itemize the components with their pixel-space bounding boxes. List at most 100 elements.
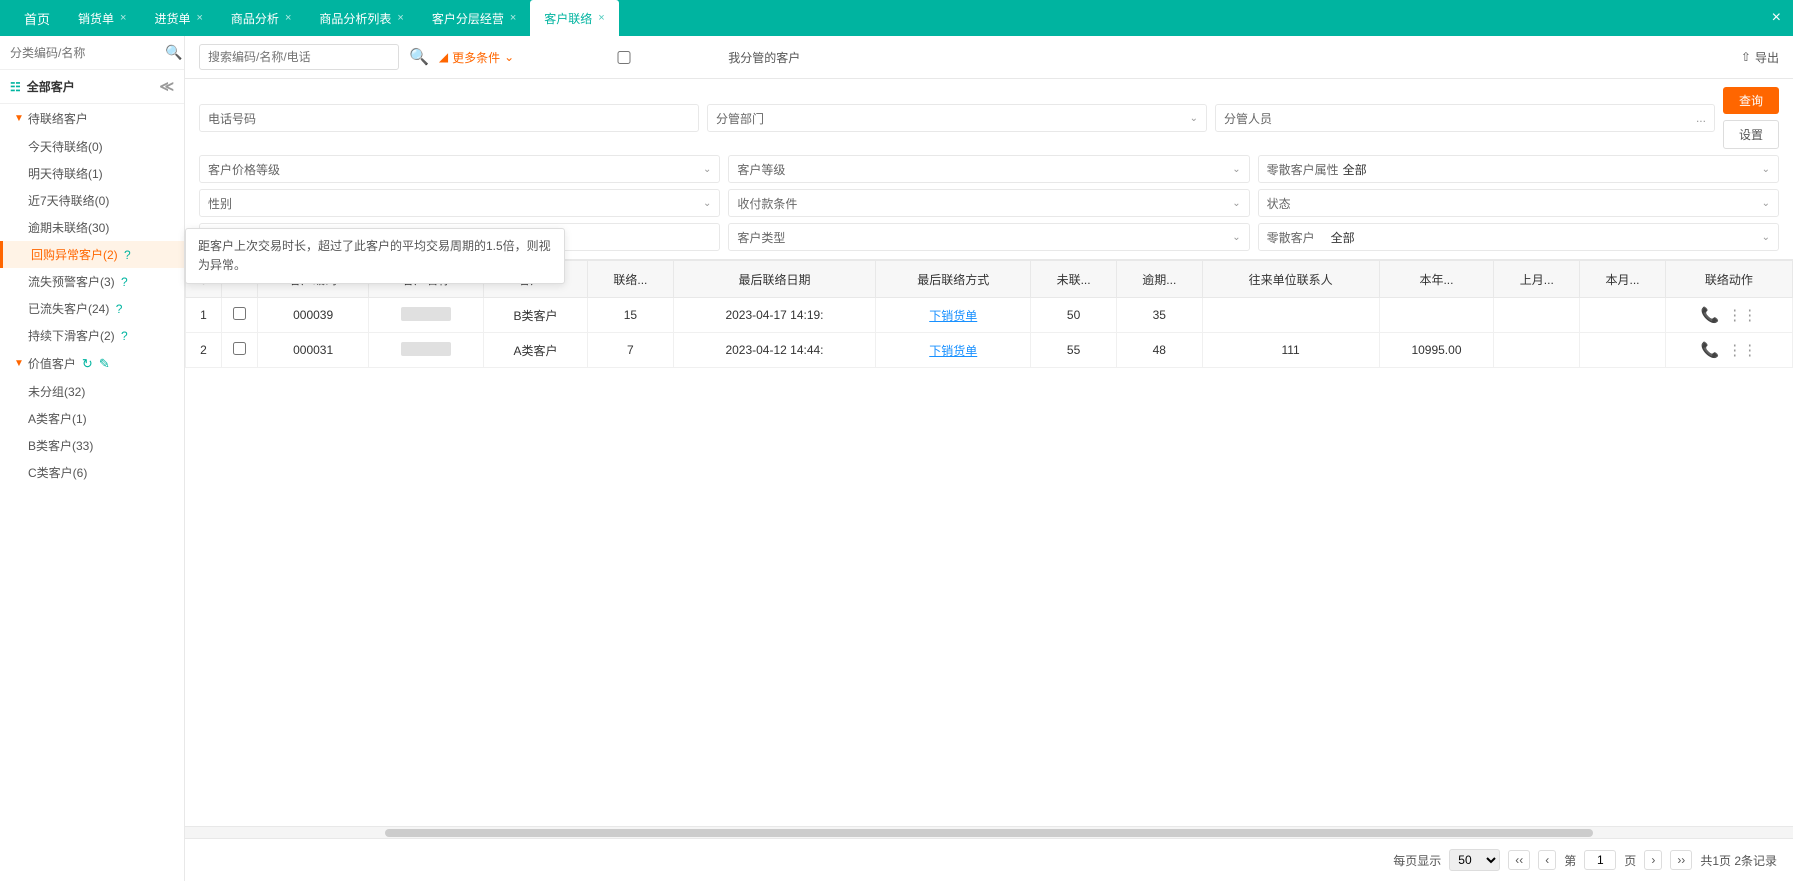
sidebar-item-already-lost[interactable]: 已流失客户(24) ?	[0, 295, 184, 322]
nav-customer-mgmt[interactable]: 客户分层经营 ×	[418, 0, 530, 36]
col-last-method[interactable]: 最后联络方式	[876, 261, 1031, 298]
close-icon[interactable]: ×	[120, 12, 126, 24]
row2-this-month	[1580, 333, 1666, 368]
retail-attr-field[interactable]: 零散客户属性 全部 ⌄	[1258, 155, 1779, 183]
status-field[interactable]: 状态 ⌄	[1258, 189, 1779, 217]
nav-home[interactable]: 首页	[10, 0, 64, 36]
sidebar-item-continuous-down[interactable]: 持续下滑客户(2) ?	[0, 322, 184, 349]
close-icon[interactable]: ×	[285, 12, 291, 24]
sidebar-item-repurchase-abnormal[interactable]: 回购异常客户(2) ?	[0, 241, 184, 268]
contact-icon[interactable]: 📞	[1701, 341, 1720, 359]
edit-icon[interactable]: ✎	[99, 356, 110, 372]
all-customers-header[interactable]: ☷ 全部客户 ≪	[0, 70, 184, 104]
col-action: 联络动作	[1665, 261, 1792, 298]
dept-field[interactable]: 分管部门 ⌄	[707, 104, 1207, 132]
more-action-icon[interactable]: ⋮⋮	[1727, 341, 1757, 359]
col-last-date[interactable]: 最后联络日期	[673, 261, 876, 298]
ellipsis-icon[interactable]: ...	[1696, 111, 1706, 125]
close-all-button[interactable]: ×	[1772, 9, 1781, 27]
scroll-thumb[interactable]	[385, 829, 1593, 837]
row1-actions: 📞 ⋮⋮	[1665, 298, 1792, 333]
col-contact-label: 联络...	[613, 273, 647, 287]
phone-field[interactable]: 电话号码	[199, 104, 699, 132]
sidebar-item-class-b[interactable]: B类客户(33)	[0, 432, 184, 459]
retail-customer-field[interactable]: 零散客户 全部 ⌄	[1258, 223, 1779, 251]
per-page-label: 每页显示	[1393, 852, 1441, 869]
row1-checkbox[interactable]	[222, 298, 258, 333]
horizontal-scrollbar[interactable]	[185, 826, 1793, 838]
gender-field[interactable]: 性别 ⌄	[199, 189, 720, 217]
customer-level-field[interactable]: 客户等级 ⌄	[728, 155, 1249, 183]
nav-product-list[interactable]: 商品分析列表 ×	[305, 0, 417, 36]
info-icon: ?	[121, 275, 128, 289]
row1-select[interactable]	[233, 307, 246, 320]
col-last-month-label: 上月...	[1520, 273, 1554, 287]
chevron-down-icon: ⌄	[1232, 198, 1240, 209]
last-page-button[interactable]: ››	[1670, 850, 1692, 870]
row1-last-method[interactable]: 下销货单	[876, 298, 1031, 333]
sidebar-search-input[interactable]	[10, 46, 165, 60]
sidebar-item-class-c[interactable]: C类客户(6)	[0, 459, 184, 486]
settings-button[interactable]: 设置	[1723, 120, 1779, 149]
col-overdue[interactable]: 逾期...	[1116, 261, 1202, 298]
search-input[interactable]	[199, 44, 399, 70]
search-button[interactable]: 🔍	[409, 47, 429, 67]
nav-customer-contact[interactable]: 客户联络 ×	[530, 0, 618, 36]
col-contact[interactable]: 联络...	[588, 261, 674, 298]
close-icon[interactable]: ×	[397, 12, 403, 24]
sidebar-item-overdue[interactable]: 逾期未联络(30)	[0, 214, 184, 241]
first-page-button[interactable]: ‹‹	[1508, 850, 1530, 870]
row1-index: 1	[186, 298, 222, 333]
sidebar-item-class-a[interactable]: A类客户(1)	[0, 405, 184, 432]
close-icon[interactable]: ×	[598, 12, 604, 24]
row1-last-month	[1494, 298, 1580, 333]
refresh-icon[interactable]: ↻	[82, 356, 93, 372]
col-contacts-person[interactable]: 往来单位联系人	[1202, 261, 1379, 298]
pending-contact-group[interactable]: ▼ 待联络客户	[0, 104, 184, 133]
row2-checkbox[interactable]	[222, 333, 258, 368]
col-this-year[interactable]: 本年...	[1379, 261, 1494, 298]
sidebar-item-lost-warning[interactable]: 流失预警客户(3) ?	[0, 268, 184, 295]
page-number-input[interactable]	[1584, 850, 1616, 870]
contact-icon[interactable]: 📞	[1701, 306, 1720, 324]
more-action-icon[interactable]: ⋮⋮	[1727, 306, 1757, 324]
customer-type-field[interactable]: 客户类型 ⌄	[728, 223, 1249, 251]
page-label: 第	[1564, 852, 1576, 869]
col-this-month[interactable]: 本月...	[1580, 261, 1666, 298]
sidebar-search-area: 🔍	[0, 36, 184, 70]
table-area[interactable]: ⚙ 客户编码 客户名称 客户...	[185, 260, 1793, 826]
per-page-select[interactable]: 50 100 200	[1449, 849, 1500, 871]
col-last-month[interactable]: 上月...	[1494, 261, 1580, 298]
price-level-field[interactable]: 客户价格等级 ⌄	[199, 155, 720, 183]
row1-this-month	[1580, 298, 1666, 333]
payment-field[interactable]: 收付款条件 ⌄	[728, 189, 1249, 217]
close-icon[interactable]: ×	[196, 12, 202, 24]
row2-contact-count: 7	[588, 333, 674, 368]
sidebar-item-ungrouped[interactable]: 未分组(32)	[0, 378, 184, 405]
value-customer-edit-icons: ↻ ✎	[82, 356, 110, 372]
row2-select[interactable]	[233, 342, 246, 355]
row2-last-method[interactable]: 下销货单	[876, 333, 1031, 368]
nav-sales[interactable]: 销货单 ×	[64, 0, 140, 36]
row1-name	[369, 298, 484, 333]
close-icon[interactable]: ×	[510, 12, 516, 24]
sidebar: 🔍 ☷ 全部客户 ≪ ▼ 待联络客户 今天待联络(0) 明天待联络(1) 近7天…	[0, 36, 185, 881]
prev-page-button[interactable]: ‹	[1538, 850, 1556, 870]
sidebar-item-today[interactable]: 今天待联络(0)	[0, 133, 184, 160]
search-icon[interactable]: 🔍	[165, 44, 182, 61]
person-field[interactable]: 分管人员 ...	[1215, 104, 1715, 132]
page-suffix: 页	[1624, 852, 1636, 869]
more-conditions-button[interactable]: ◢ 更多条件 ⌄	[439, 49, 514, 66]
next-page-button[interactable]: ›	[1644, 850, 1662, 870]
col-uncontacted[interactable]: 未联...	[1031, 261, 1117, 298]
nav-product-analysis[interactable]: 商品分析 ×	[217, 0, 305, 36]
my-customers-checkbox[interactable]: 我分管的客户	[524, 49, 800, 66]
export-button[interactable]: ⇧ 导出	[1741, 49, 1779, 66]
collapse-icon[interactable]: ≪	[159, 78, 174, 95]
nav-purchase[interactable]: 进货单 ×	[140, 0, 216, 36]
arrow-icon: ▼	[14, 358, 24, 369]
query-button[interactable]: 查询	[1723, 87, 1779, 114]
sidebar-item-7days[interactable]: 近7天待联络(0)	[0, 187, 184, 214]
sidebar-item-tomorrow[interactable]: 明天待联络(1)	[0, 160, 184, 187]
my-customers-check[interactable]	[524, 51, 724, 64]
